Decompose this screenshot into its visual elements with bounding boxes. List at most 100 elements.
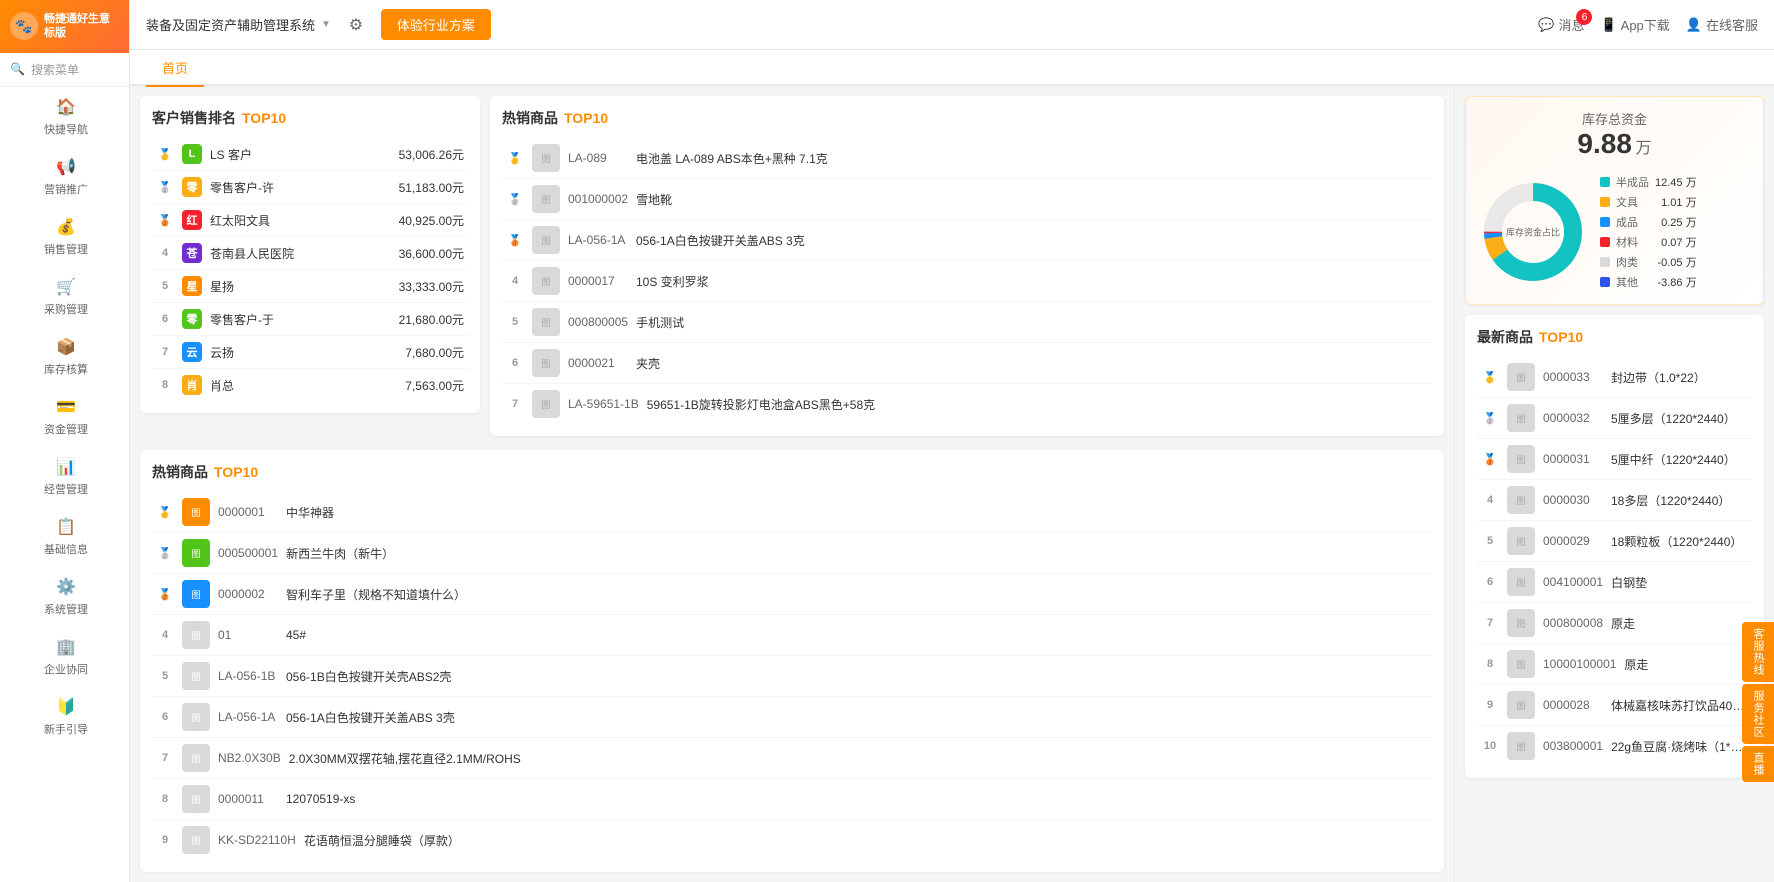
finance-icon: 💳 bbox=[56, 397, 76, 417]
rank-name: 雪地靴 bbox=[636, 191, 1428, 208]
system-selector[interactable]: 装备及固定资产辅助管理系统 ▼ bbox=[146, 15, 331, 34]
rank-name: 22g鱼豆腐·烧烤味（1*12*20） bbox=[1611, 738, 1748, 755]
list-item: 7 图 LA-59651-1B 59651-1B旋转投影灯电池盒ABS黑色+58… bbox=[502, 384, 1432, 424]
nav-label-sales: 销售管理 bbox=[44, 241, 88, 257]
sidebar-item-purchase[interactable]: 🛒 采购管理 bbox=[0, 267, 129, 327]
rank-number: 🥉 bbox=[156, 588, 174, 601]
chevron-down-icon: ▼ bbox=[321, 19, 331, 30]
rank-code: 0000028 bbox=[1543, 698, 1603, 712]
rank-number: 8 bbox=[156, 793, 174, 805]
new-products-list: 🥇 图 0000033 封边带（1.0*22） 🥈 图 0000032 5厘多层… bbox=[1477, 357, 1752, 766]
legend-dot bbox=[1600, 177, 1610, 187]
online-service-action[interactable]: 👤 在线客服 bbox=[1686, 15, 1758, 34]
hot-products-top-label: TOP10 bbox=[564, 110, 608, 126]
product-thumb: 图 bbox=[532, 267, 560, 295]
rank-code: KK-SD22110H bbox=[218, 833, 296, 847]
product-thumb: 图 bbox=[1507, 568, 1535, 596]
legend-item: 材料 0.07 万 bbox=[1600, 232, 1697, 252]
product-thumb: 图 bbox=[182, 539, 210, 567]
sidebar-item-operation[interactable]: 📊 经营管理 bbox=[0, 447, 129, 507]
product-thumb: 图 bbox=[1507, 691, 1535, 719]
tab-home[interactable]: 首页 bbox=[146, 50, 204, 87]
rank-amount: 36,600.00元 bbox=[399, 245, 464, 262]
legend-value: 12.45 万 bbox=[1655, 174, 1697, 190]
search-menu[interactable]: 🔍 搜索菜单 bbox=[0, 53, 129, 87]
rank-name: 智利车子里（规格不知道填什么） bbox=[286, 586, 1428, 603]
hot-products-label: 热销商品 bbox=[502, 108, 558, 128]
float-btn-live[interactable]: 直播 bbox=[1742, 746, 1774, 782]
list-item: 8 肖 肖总 7,563.00元 bbox=[152, 369, 468, 401]
list-item: 6 图 004100001 白钢垫 bbox=[1477, 562, 1752, 603]
customer-rank-title: 客户销售排名 TOP10 bbox=[152, 108, 468, 128]
hot-products-main-label: 热销商品 bbox=[152, 462, 208, 482]
list-item: 4 图 0000017 10S 变利罗浆 bbox=[502, 261, 1432, 302]
rank-code: LA-056-1B bbox=[218, 669, 278, 683]
list-item: 8 图 10000100001 原走 bbox=[1477, 644, 1752, 685]
rank-name: 体械嘉核味苏打饮品400毫升（1*15） bbox=[1611, 697, 1748, 714]
sidebar-item-inventory[interactable]: 📦 库存核算 bbox=[0, 327, 129, 387]
page-tabs: 首页 bbox=[130, 50, 1774, 86]
rank-name: 新西兰牛肉（新牛） bbox=[286, 545, 1428, 562]
rank-code: 003800001 bbox=[1543, 739, 1603, 753]
sidebar-item-marketing[interactable]: 📢 营销推广 bbox=[0, 147, 129, 207]
nav-label-system: 系统管理 bbox=[44, 601, 88, 617]
inventory-total-label: 库存总资金 bbox=[1582, 112, 1647, 127]
topbar-right: 💬 消息 6 📱 App下载 👤 在线客服 bbox=[1538, 15, 1758, 34]
sidebar-item-quicknav[interactable]: 🏠 快捷导航 bbox=[0, 87, 129, 147]
sidebar: 🐾 畅捷通好生意 标版 🔍 搜索菜单 🏠 快捷导航 📢 营销推广 💰 销售管理 … bbox=[0, 0, 130, 882]
sidebar-item-company[interactable]: 🏢 企业协同 bbox=[0, 627, 129, 687]
rank-name: LS 客户 bbox=[210, 146, 391, 163]
col-middle: 客户销售排名 TOP10 🥇 L LS 客户 53,006.26元 🥈 零 零售… bbox=[130, 86, 1454, 882]
rank-name: 手机测试 bbox=[636, 314, 1428, 331]
rank-number: 🥈 bbox=[1481, 412, 1499, 425]
list-item: 🥈 零 零售客户-许 51,183.00元 bbox=[152, 171, 468, 204]
rank-number: 5 bbox=[156, 670, 174, 682]
rank-name: 5厘中纤（1220*2440） bbox=[1611, 451, 1748, 468]
rank-name: 花语萌恒温分腿睡袋（厚款） bbox=[304, 832, 1428, 849]
rank-code: 0000029 bbox=[1543, 534, 1603, 548]
rank-amount: 40,925.00元 bbox=[399, 212, 464, 229]
message-action[interactable]: 💬 消息 6 bbox=[1538, 15, 1584, 34]
sidebar-item-guide[interactable]: 🔰 新手引导 bbox=[0, 687, 129, 747]
rank-name: 18多层（1220*2440） bbox=[1611, 492, 1748, 509]
legend-dot bbox=[1600, 277, 1610, 287]
list-item: 6 图 LA-056-1A 056-1A白色按键开关盖ABS 3壳 bbox=[152, 697, 1432, 738]
trial-button[interactable]: 体验行业方案 bbox=[381, 9, 491, 40]
new-products-title: 最新商品 TOP10 bbox=[1477, 327, 1752, 347]
list-item: 4 苍 苍南县人民医院 36,600.00元 bbox=[152, 237, 468, 270]
settings-button[interactable]: ⚙ bbox=[341, 10, 371, 40]
sidebar-item-system[interactable]: ⚙️ 系统管理 bbox=[0, 567, 129, 627]
new-products-label: 最新商品 bbox=[1477, 327, 1533, 347]
inventory-legend: 半成品 12.45 万 文具 1.01 万 成品 0.25 万 材料 0.07 … bbox=[1600, 172, 1697, 292]
donut-chart: 库存资金占比 bbox=[1478, 177, 1588, 287]
sidebar-item-sales[interactable]: 💰 销售管理 bbox=[0, 207, 129, 267]
new-products-card: 最新商品 TOP10 🥇 图 0000033 封边带（1.0*22） 🥈 图 0… bbox=[1465, 315, 1764, 778]
float-buttons: 客服热线 服务社区 直播 bbox=[1742, 622, 1774, 782]
legend-name: 成品 bbox=[1616, 214, 1655, 230]
system-icon: ⚙️ bbox=[56, 577, 76, 597]
sales-icon: 💰 bbox=[56, 217, 76, 237]
legend-item: 成品 0.25 万 bbox=[1600, 212, 1697, 232]
rank-name: 红太阳文具 bbox=[210, 212, 391, 229]
legend-name: 其他 bbox=[1616, 274, 1651, 290]
legend-item: 其他 -3.86 万 bbox=[1600, 272, 1697, 292]
rank-code: 0000030 bbox=[1543, 493, 1603, 507]
rank-name: 肖总 bbox=[210, 377, 397, 394]
rank-name: 封边带（1.0*22） bbox=[1611, 369, 1748, 386]
product-thumb: 图 bbox=[1507, 486, 1535, 514]
list-item: 7 图 000800008 原走 bbox=[1477, 603, 1752, 644]
product-thumb: 图 bbox=[182, 703, 210, 731]
product-thumb: 图 bbox=[1507, 527, 1535, 555]
product-thumb: 图 bbox=[182, 621, 210, 649]
rank-amount: 21,680.00元 bbox=[399, 311, 464, 328]
float-btn-service[interactable]: 客服热线 bbox=[1742, 622, 1774, 682]
legend-name: 肉类 bbox=[1616, 254, 1651, 270]
sidebar-item-basic[interactable]: 📋 基础信息 bbox=[0, 507, 129, 567]
sidebar-item-finance[interactable]: 💳 资金管理 bbox=[0, 387, 129, 447]
app-download-action[interactable]: 📱 App下载 bbox=[1600, 15, 1669, 34]
rank-badge: 苍 bbox=[182, 243, 202, 263]
rank-amount: 7,563.00元 bbox=[405, 377, 464, 394]
list-item: 🥈 图 000500001 新西兰牛肉（新牛） bbox=[152, 533, 1432, 574]
float-btn-community[interactable]: 服务社区 bbox=[1742, 684, 1774, 744]
rank-number: 🥇 bbox=[156, 148, 174, 161]
